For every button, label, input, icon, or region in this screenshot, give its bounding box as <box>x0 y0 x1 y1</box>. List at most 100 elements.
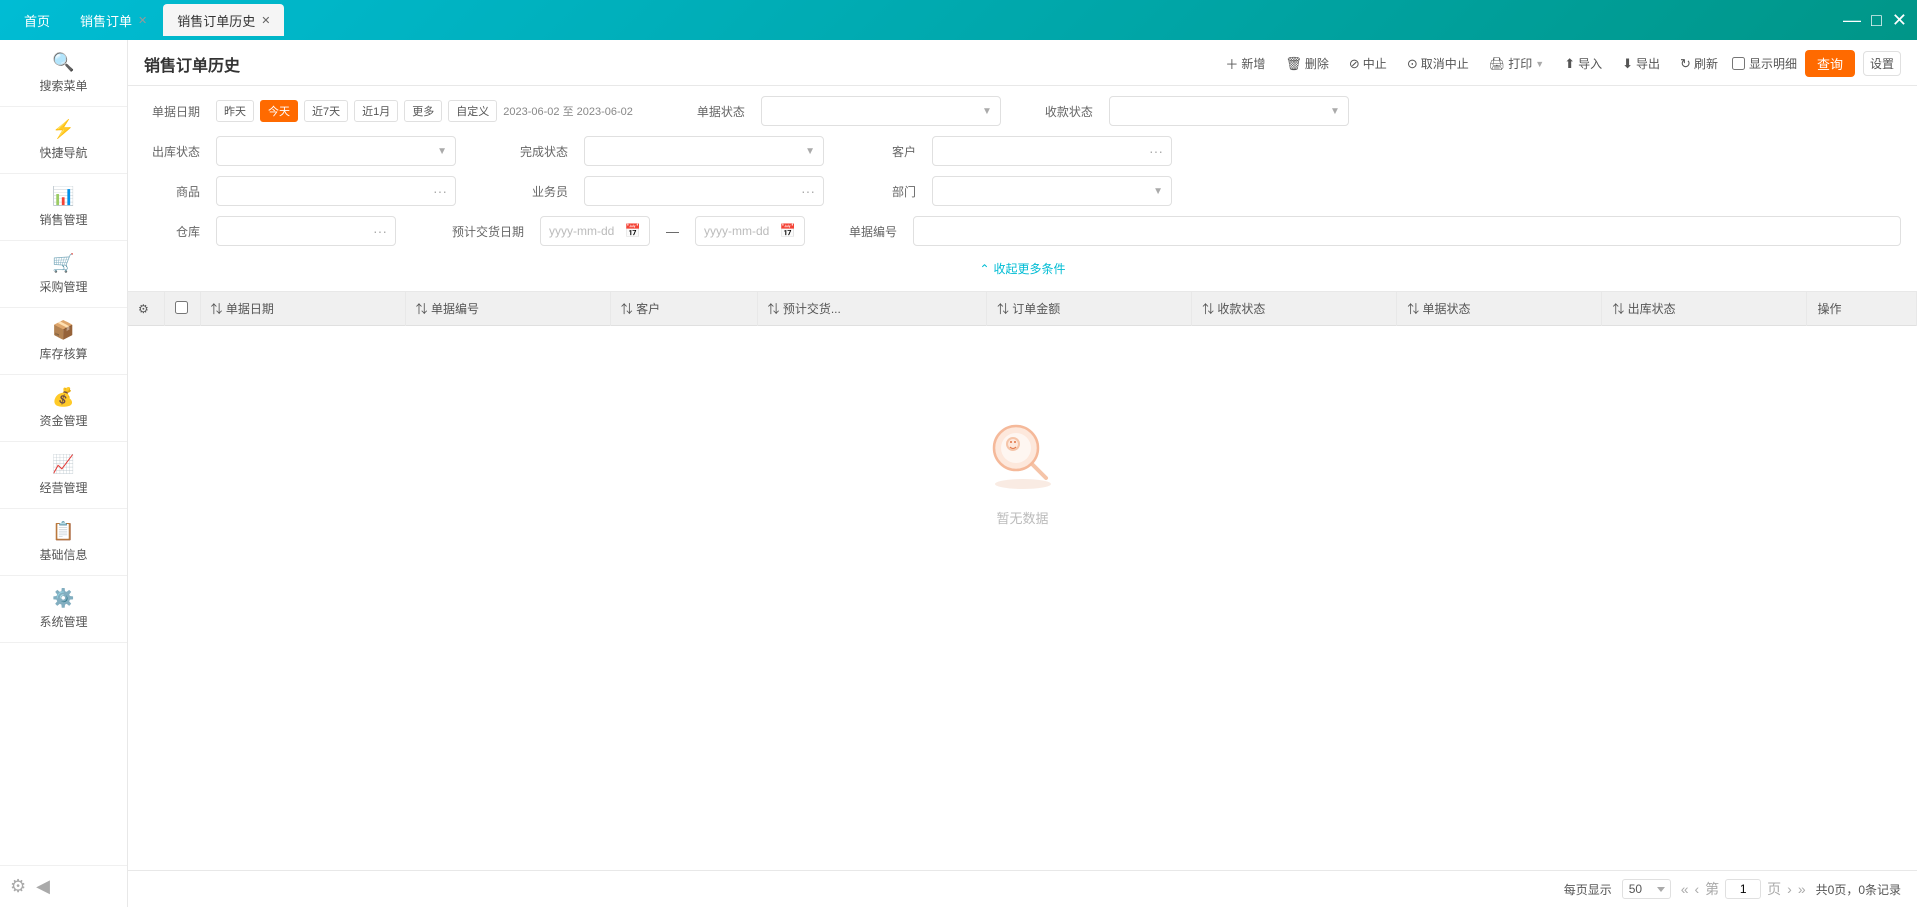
tab-home[interactable]: 首页 <box>10 4 64 36</box>
collapse-row[interactable]: ⌃ 收起更多条件 <box>144 256 1901 281</box>
salesperson-field[interactable]: ··· <box>584 176 824 206</box>
date-7days-btn[interactable]: 近7天 <box>304 100 348 122</box>
th-checkbox[interactable] <box>164 292 200 326</box>
sidebar-item-purchase-mgmt[interactable]: 🛒 采购管理 <box>0 241 127 308</box>
date-yesterday-btn[interactable]: 昨天 <box>216 100 254 122</box>
sidebar-bottom: ⚙ ◀ <box>0 865 127 907</box>
goods-field[interactable]: ··· <box>216 176 456 206</box>
filter-row-4: 仓库 ··· 预计交货日期 yyyy-mm-dd 📅 — yyyy-mm-dd … <box>144 216 1901 246</box>
date-custom-btn[interactable]: 自定义 <box>448 100 497 122</box>
minimize-icon[interactable]: — <box>1843 10 1861 31</box>
tab-sales-order[interactable]: 销售订单 ✕ <box>66 4 161 36</box>
outbound-status-field[interactable]: ▼ <box>216 136 456 166</box>
tab-bar: 首页 销售订单 ✕ 销售订单历史 ✕ <box>10 4 1843 36</box>
data-table: ⚙ ⇅ 单据日期 ⇅ 单据编号 ⇅ 客户 <box>128 292 1917 326</box>
th-outbound-status[interactable]: ⇅ 出库状态 <box>1602 292 1807 326</box>
prev-page-button[interactable]: ‹ <box>1695 881 1700 897</box>
th-receipt-status[interactable]: ⇅ 收款状态 <box>1192 292 1397 326</box>
export-button[interactable]: ⬇ 导出 <box>1616 52 1666 75</box>
th-bill-no[interactable]: ⇅ 单据编号 <box>405 292 610 326</box>
inventory-icon: 📦 <box>52 320 74 341</box>
show-detail-checkbox[interactable] <box>1732 57 1745 70</box>
stop-label: 中止 <box>1363 55 1387 72</box>
sidebar-item-finance-label: 资金管理 <box>39 412 87 429</box>
bill-status-field[interactable]: ▼ <box>761 96 1001 126</box>
salesperson-label: 业务员 <box>512 183 568 200</box>
sidebar-item-base-info-label: 基础信息 <box>39 546 87 563</box>
tab-sales-order-history-close[interactable]: ✕ <box>261 14 270 27</box>
refresh-button[interactable]: ↻ 刷新 <box>1674 52 1724 75</box>
refresh-label: 刷新 <box>1694 55 1718 72</box>
complete-status-field[interactable]: ▼ <box>584 136 824 166</box>
th-delivery-date[interactable]: ⇅ 预计交货... <box>757 292 986 326</box>
show-detail-checkbox-label[interactable]: 显示明细 <box>1732 55 1797 72</box>
sidebar-item-finance[interactable]: 💰 资金管理 <box>0 375 127 442</box>
th-order-amount[interactable]: ⇅ 订单金额 <box>986 292 1191 326</box>
date-more-btn[interactable]: 更多 <box>404 100 442 122</box>
top-bar: 首页 销售订单 ✕ 销售订单历史 ✕ — □ ✕ <box>0 0 1917 40</box>
page-size-select[interactable]: 50 10 20 100 <box>1622 879 1671 899</box>
empty-text: 暂无数据 <box>996 508 1048 527</box>
empty-illustration <box>978 406 1068 496</box>
sidebar-settings-icon[interactable]: ⚙ <box>10 876 26 897</box>
th-gear[interactable]: ⚙ <box>128 292 164 326</box>
delete-button[interactable]: 🗑 删除 <box>1279 52 1335 75</box>
sidebar-item-inventory[interactable]: 📦 库存核算 <box>0 308 127 375</box>
th-bill-status[interactable]: ⇅ 单据状态 <box>1397 292 1602 326</box>
last-page-button[interactable]: » <box>1798 881 1806 897</box>
finance-icon: 💰 <box>52 387 74 408</box>
sidebar-item-search-menu[interactable]: 🔍 搜索菜单 <box>0 40 127 107</box>
toolbar: ＋ 新增 🗑 删除 ⊘ 中止 ⊙ 取消中止 🖨 打印 <box>1219 50 1901 77</box>
date-1month-btn[interactable]: 近1月 <box>354 100 398 122</box>
sidebar-item-operations[interactable]: 📈 经营管理 <box>0 442 127 509</box>
stop-button[interactable]: ⊘ 中止 <box>1343 52 1393 75</box>
new-button[interactable]: ＋ 新增 <box>1219 51 1271 76</box>
sys-mgmt-icon: ⚙️ <box>52 588 74 609</box>
settings-button[interactable]: 设置 <box>1863 51 1901 76</box>
date-today-btn[interactable]: 今天 <box>260 100 298 122</box>
bill-status-label: 单据状态 <box>689 103 745 120</box>
goods-dots-icon: ··· <box>433 183 447 199</box>
cancel-stop-button[interactable]: ⊙ 取消中止 <box>1401 52 1475 75</box>
gear-icon: ⚙ <box>138 302 149 316</box>
tab-sales-order-history[interactable]: 销售订单历史 ✕ <box>163 4 284 36</box>
th-bill-date[interactable]: ⇅ 单据日期 <box>200 292 405 326</box>
tab-sales-order-close[interactable]: ✕ <box>138 14 147 27</box>
customer-dots-icon: ··· <box>1149 143 1163 159</box>
base-info-icon: 📋 <box>52 521 74 542</box>
page-title: 销售订单历史 <box>144 52 240 76</box>
sidebar-item-sys-mgmt[interactable]: ⚙️ 系统管理 <box>0 576 127 643</box>
sidebar-item-purchase-mgmt-label: 采购管理 <box>39 278 87 295</box>
filter-row-2: 出库状态 ▼ 完成状态 ▼ 客户 ··· <box>144 136 1901 166</box>
department-field[interactable]: ▼ <box>932 176 1172 206</box>
th-customer[interactable]: ⇅ 客户 <box>610 292 757 326</box>
receipt-status-field[interactable]: ▼ <box>1109 96 1349 126</box>
th-order-amount-label: ⇅ 订单金额 <box>997 302 1060 316</box>
warehouse-field[interactable]: ··· <box>216 216 396 246</box>
sidebar-item-sys-mgmt-label: 系统管理 <box>39 613 87 630</box>
th-bill-date-label: ⇅ 单据日期 <box>211 302 274 316</box>
query-button[interactable]: 查询 <box>1805 50 1855 77</box>
collapse-label: 收起更多条件 <box>994 260 1066 277</box>
outbound-status-label: 出库状态 <box>144 143 200 160</box>
sidebar-item-base-info[interactable]: 📋 基础信息 <box>0 509 127 576</box>
sidebar: 🔍 搜索菜单 ⚡ 快捷导航 📊 销售管理 🛒 采购管理 📦 库存核算 💰 资金管… <box>0 40 128 907</box>
bill-no-field[interactable] <box>913 216 1901 246</box>
sidebar-collapse-icon[interactable]: ◀ <box>36 876 50 897</box>
print-button[interactable]: 🖨 打印 ▼ <box>1483 52 1550 75</box>
close-icon[interactable]: ✕ <box>1892 10 1907 31</box>
delivery-date-start-field[interactable]: yyyy-mm-dd 📅 <box>540 216 650 246</box>
maximize-icon[interactable]: □ <box>1871 10 1882 31</box>
delivery-date-end-field[interactable]: yyyy-mm-dd 📅 <box>695 216 805 246</box>
next-page-button[interactable]: › <box>1787 881 1792 897</box>
import-button[interactable]: ⬆ 导入 <box>1558 52 1608 75</box>
sidebar-item-sales-mgmt[interactable]: 📊 销售管理 <box>0 174 127 241</box>
salesperson-dots-icon: ··· <box>801 183 815 199</box>
customer-field[interactable]: ··· <box>932 136 1172 166</box>
operations-icon: 📈 <box>52 454 74 475</box>
sidebar-item-quick-nav[interactable]: ⚡ 快捷导航 <box>0 107 127 174</box>
select-all-checkbox[interactable] <box>175 301 188 314</box>
first-page-button[interactable]: « <box>1681 881 1689 897</box>
page-number-input[interactable] <box>1725 879 1761 899</box>
purchase-mgmt-icon: 🛒 <box>52 253 74 274</box>
